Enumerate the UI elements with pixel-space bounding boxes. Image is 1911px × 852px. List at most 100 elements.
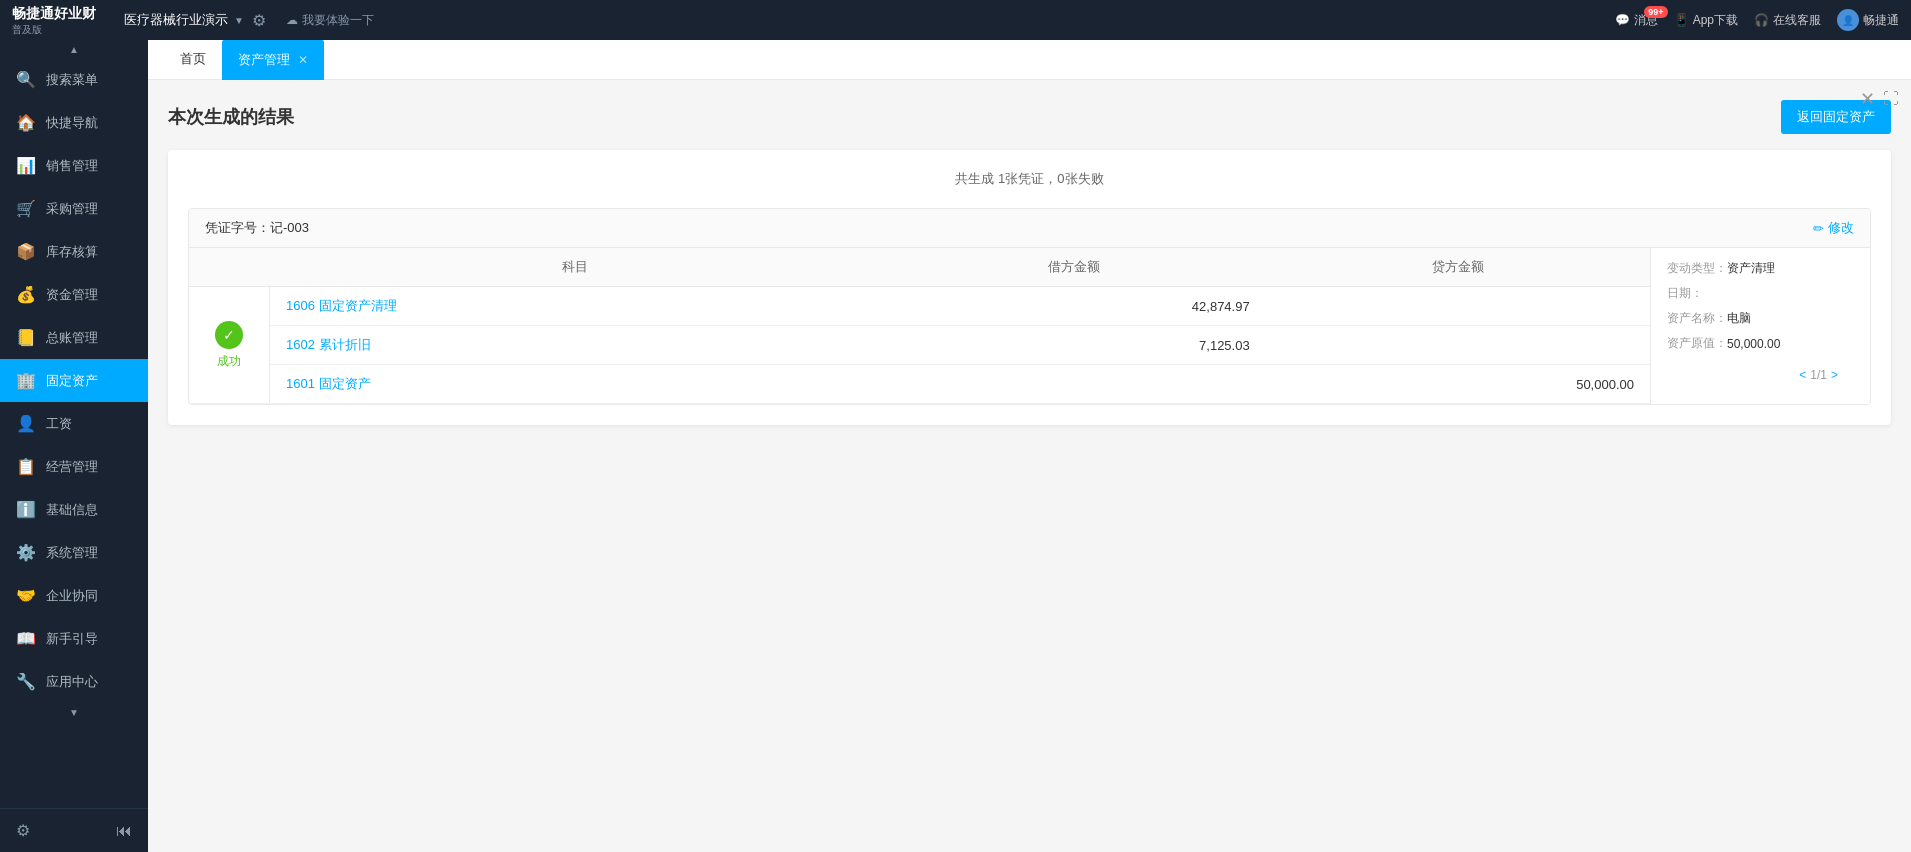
table-row: ✓ 成功 1606 固定资产清理 42,874.97: [189, 287, 1650, 326]
sidebar: ▲ 🔍 搜索菜单 🏠 快捷导航 📊 销售管理 🛒 采购管理 📦 库存核算 💰 资…: [0, 40, 148, 852]
logo-sub: 普及版: [12, 23, 96, 36]
page-info: 1/1: [1810, 368, 1827, 382]
voucher-edit-button[interactable]: ✏ 修改: [1813, 219, 1854, 237]
sidebar-item-payroll[interactable]: 👤 工资: [0, 402, 148, 445]
pagination: < 1/1 >: [1667, 360, 1854, 390]
message-button[interactable]: 💬 消息 99+: [1615, 12, 1658, 29]
tab-asset-management[interactable]: 资产管理 ✕: [222, 40, 324, 80]
sidebar-item-fixed-assets[interactable]: 🏢 固定资产: [0, 359, 148, 402]
side-asset-value: 资产原值： 50,000.00: [1667, 335, 1854, 352]
service-label: 在线客服: [1773, 12, 1821, 29]
expand-window-button[interactable]: ⛶: [1883, 88, 1899, 110]
sidebar-item-label: 应用中心: [46, 673, 98, 691]
result-summary: 共生成 1张凭证，0张失败: [188, 170, 1871, 188]
sidebar-item-label: 总账管理: [46, 329, 98, 347]
col-credit: 贷方金额: [1266, 248, 1650, 287]
main-layout: ▲ 🔍 搜索菜单 🏠 快捷导航 📊 销售管理 🛒 采购管理 📦 库存核算 💰 资…: [0, 40, 1911, 852]
asset-name-label: 资产名称：: [1667, 310, 1727, 327]
avatar: 👤: [1837, 9, 1859, 31]
tab-home[interactable]: 首页: [164, 40, 222, 80]
sidebar-toggle-icon[interactable]: ⏮: [116, 822, 132, 840]
username: 畅捷通: [1863, 12, 1899, 29]
sidebar-item-label: 工资: [46, 415, 72, 433]
payroll-icon: 👤: [16, 414, 36, 433]
prev-page-button[interactable]: <: [1799, 368, 1806, 382]
company-selector[interactable]: 医疗器械行业演示 ▼: [124, 11, 244, 29]
date-label: 日期：: [1667, 285, 1727, 302]
col-subject: 科目: [270, 248, 882, 287]
sidebar-item-cooperation[interactable]: 🤝 企业协同: [0, 574, 148, 617]
sidebar-item-label: 系统管理: [46, 544, 98, 562]
mobile-icon: 📱: [1674, 13, 1689, 27]
customer-service-button[interactable]: 🎧 在线客服: [1754, 12, 1821, 29]
edit-icon: ✏: [1813, 221, 1824, 236]
sidebar-item-quick-nav[interactable]: 🏠 快捷导航: [0, 101, 148, 144]
settings-icon[interactable]: ⚙: [252, 11, 266, 30]
sidebar-item-guide[interactable]: 📖 新手引导: [0, 617, 148, 660]
trial-label: 我要体验一下: [302, 12, 374, 29]
search-icon: 🔍: [16, 70, 36, 89]
sidebar-item-inventory[interactable]: 📦 库存核算: [0, 230, 148, 273]
sidebar-item-label: 基础信息: [46, 501, 98, 519]
credit-cell: [1266, 287, 1650, 326]
sidebar-item-purchase[interactable]: 🛒 采购管理: [0, 187, 148, 230]
subject-cell: 1601 固定资产: [270, 365, 882, 404]
system-icon: ⚙️: [16, 543, 36, 562]
voucher-block: 凭证字号：记-003 ✏ 修改 科目: [188, 208, 1871, 405]
sidebar-item-system[interactable]: ⚙️ 系统管理: [0, 531, 148, 574]
page-content: 本次生成的结果 返回固定资产 共生成 1张凭证，0张失败 凭证字号：记-003 …: [148, 80, 1911, 852]
sidebar-bottom: ⚙ ⏮: [0, 808, 148, 852]
sidebar-item-operations[interactable]: 📋 经营管理: [0, 445, 148, 488]
tab-asset-label: 资产管理: [238, 51, 290, 69]
logo-main: 畅捷通好业财: [12, 4, 96, 22]
sidebar-item-label: 固定资产: [46, 372, 98, 390]
sidebar-item-ledger[interactable]: 📒 总账管理: [0, 316, 148, 359]
sidebar-item-basic-info[interactable]: ℹ️ 基础信息: [0, 488, 148, 531]
chevron-down-icon: ▼: [234, 15, 244, 26]
user-menu[interactable]: 👤 畅捷通: [1837, 9, 1899, 31]
sidebar-scroll-down[interactable]: ▼: [0, 703, 148, 721]
sales-icon: 📊: [16, 156, 36, 175]
asset-name-value: 电脑: [1727, 310, 1751, 327]
voucher-table: 科目 借方金额 贷方金额 ✓: [189, 248, 1650, 404]
next-page-button[interactable]: >: [1831, 368, 1838, 382]
home-icon: 🏠: [16, 113, 36, 132]
message-icon: 💬: [1615, 13, 1630, 27]
sidebar-item-sales[interactable]: 📊 销售管理: [0, 144, 148, 187]
app-logo: 畅捷通好业财 普及版: [12, 4, 96, 35]
sidebar-item-label: 资金管理: [46, 286, 98, 304]
app-download-button[interactable]: 📱 App下载: [1674, 12, 1738, 29]
sidebar-item-finance[interactable]: 💰 资金管理: [0, 273, 148, 316]
col-status: [189, 248, 270, 287]
success-label: 成功: [217, 353, 241, 370]
sidebar-scroll-up[interactable]: ▲: [0, 40, 148, 58]
inventory-icon: 📦: [16, 242, 36, 261]
change-type-value: 资产清理: [1727, 260, 1775, 277]
col-debit: 借方金额: [881, 248, 1265, 287]
top-bar: 畅捷通好业财 普及版 医疗器械行业演示 ▼ ⚙ ☁ 我要体验一下 💬 消息 99…: [0, 0, 1911, 40]
debit-cell: 7,125.03: [881, 326, 1265, 365]
voucher-header: 凭证字号：记-003 ✏ 修改: [189, 209, 1870, 248]
sidebar-item-search[interactable]: 🔍 搜索菜单: [0, 58, 148, 101]
asset-value-label: 资产原值：: [1667, 335, 1727, 352]
purchase-icon: 🛒: [16, 199, 36, 218]
edit-label: 修改: [1828, 219, 1854, 237]
sidebar-item-app-center[interactable]: 🔧 应用中心: [0, 660, 148, 703]
trial-button[interactable]: ☁ 我要体验一下: [286, 12, 374, 29]
sidebar-gear-icon[interactable]: ⚙: [16, 821, 30, 840]
status-cell: ✓ 成功: [205, 321, 253, 370]
top-bar-right: 💬 消息 99+ 📱 App下载 🎧 在线客服 👤 畅捷通: [1615, 9, 1899, 31]
close-window-button[interactable]: ✕: [1860, 88, 1875, 110]
company-name: 医疗器械行业演示: [124, 11, 228, 29]
table-header-row: 科目 借方金额 贷方金额: [189, 248, 1650, 287]
voucher-side-panel: 变动类型： 资产清理 日期： 资产名称： 电脑: [1650, 248, 1870, 404]
debit-cell: 42,874.97: [881, 287, 1265, 326]
sidebar-item-label: 销售管理: [46, 157, 98, 175]
headset-icon: 🎧: [1754, 13, 1769, 27]
page-header: 本次生成的结果 返回固定资产: [168, 100, 1891, 134]
result-card: 共生成 1张凭证，0张失败 凭证字号：记-003 ✏ 修改: [168, 150, 1891, 425]
cooperation-icon: 🤝: [16, 586, 36, 605]
subject-cell: 1606 固定资产清理: [270, 287, 882, 326]
side-asset-name: 资产名称： 电脑: [1667, 310, 1854, 327]
tab-close-icon[interactable]: ✕: [298, 53, 308, 67]
